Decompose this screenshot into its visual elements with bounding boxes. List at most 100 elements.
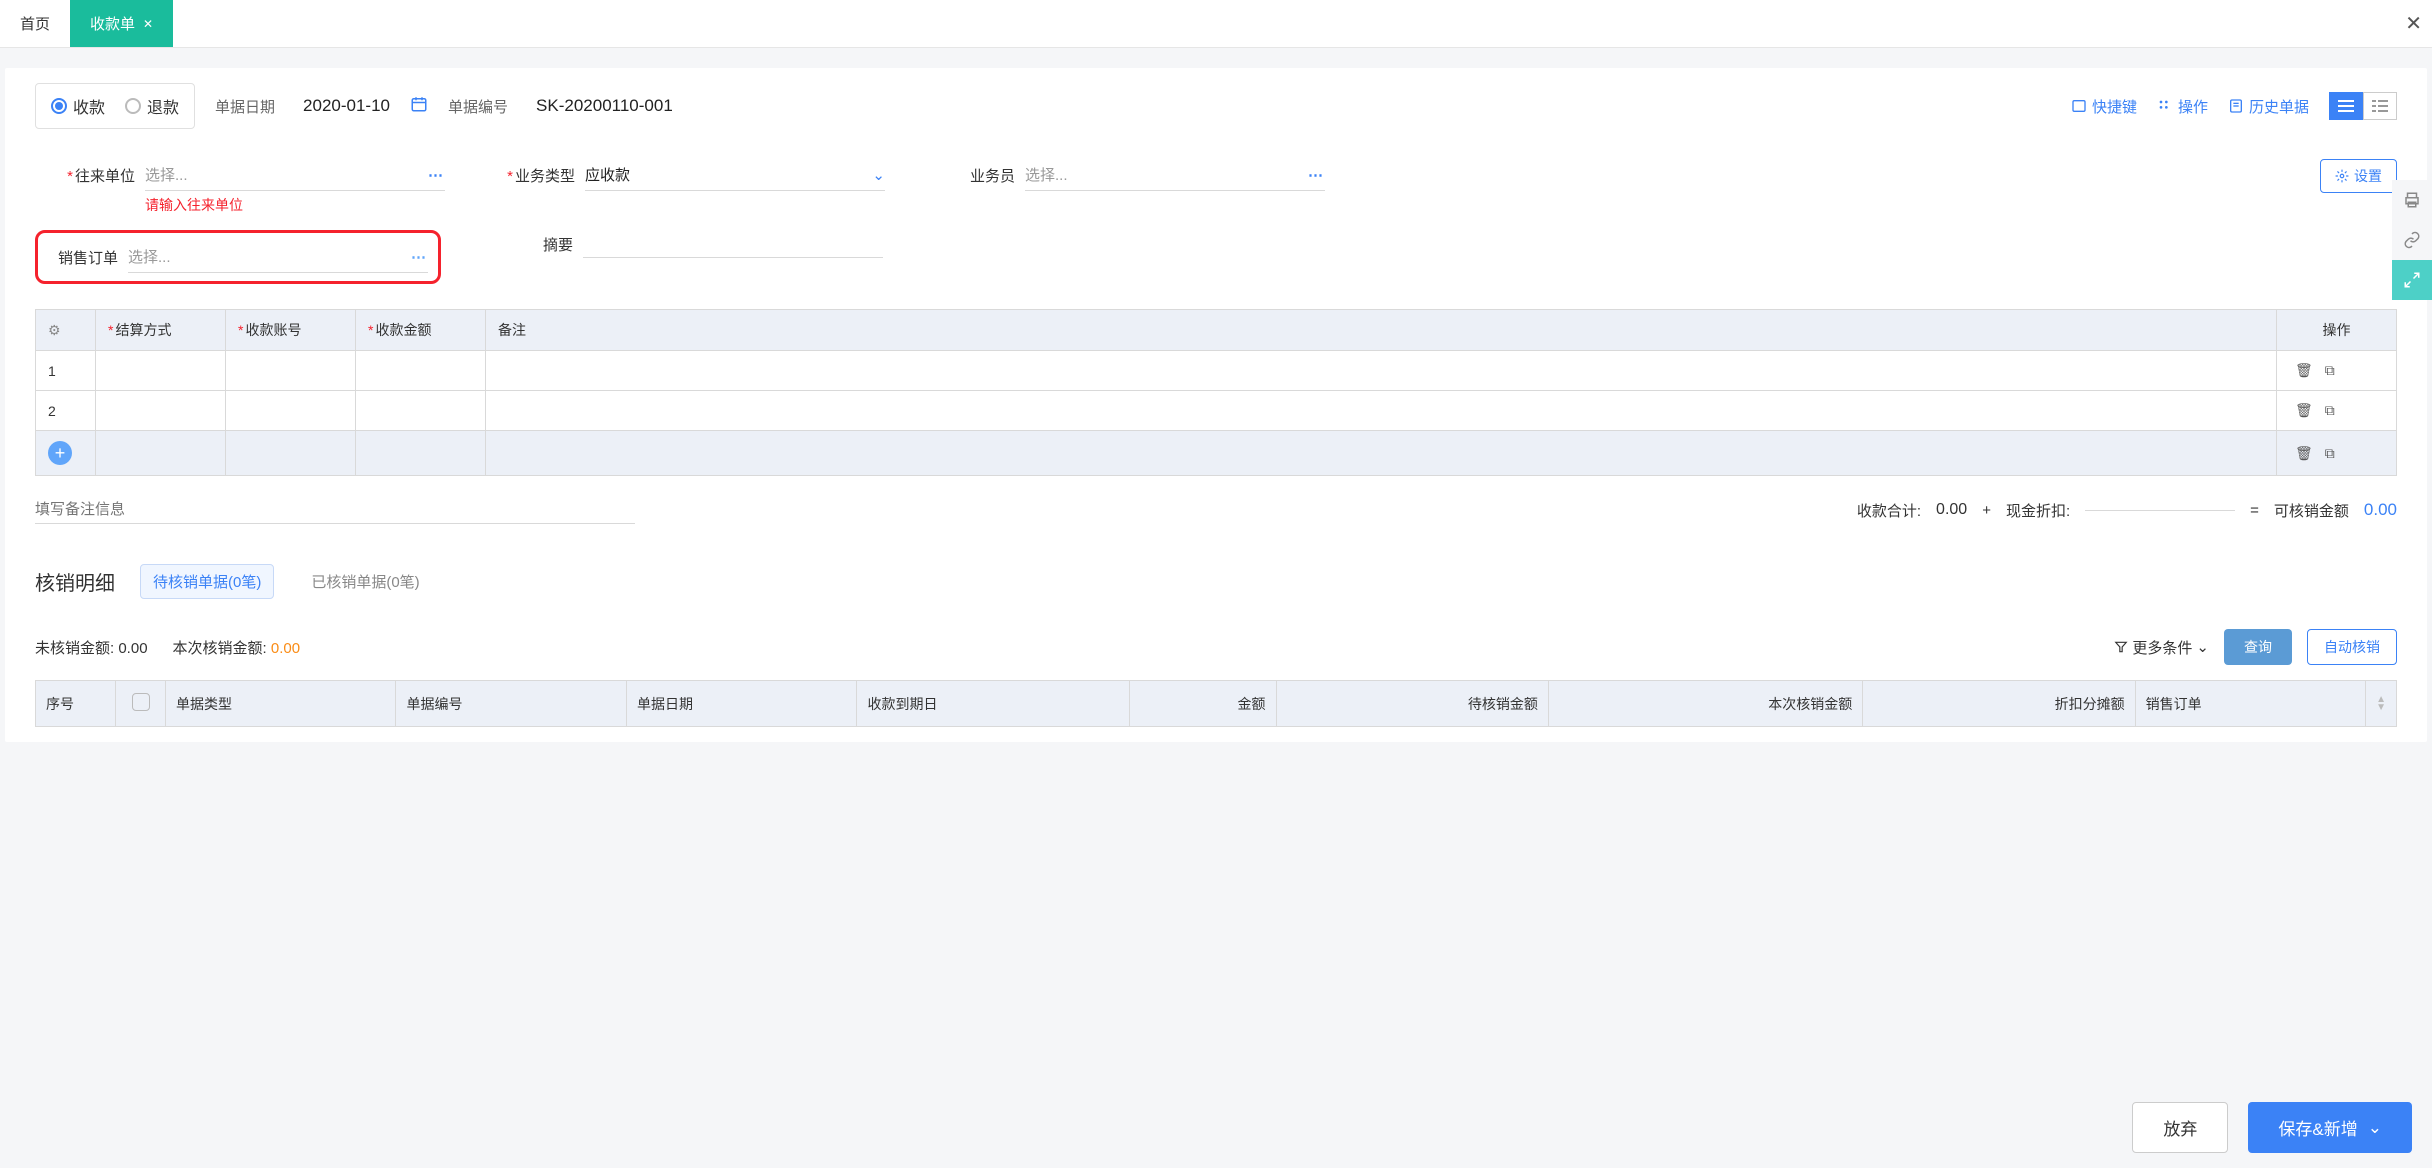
cell[interactable] xyxy=(226,351,356,391)
gear-header[interactable]: ⚙ xyxy=(36,310,96,351)
biz-type-select[interactable]: 应收款 ⌄ xyxy=(585,159,885,191)
delete-icon[interactable]: 🗑 xyxy=(2295,402,2313,418)
due-date-header[interactable]: 收款到期日 xyxy=(857,681,1129,727)
sales-order-header[interactable]: 销售订单 xyxy=(2135,681,2366,727)
more-icon[interactable]: ⋯ xyxy=(1308,166,1325,184)
close-all-icon[interactable]: ✕ xyxy=(2405,11,2422,36)
this-amount-header[interactable]: 本次核销金额 xyxy=(1548,681,1862,727)
cell[interactable] xyxy=(96,391,226,431)
total-value: 0.00 xyxy=(1936,501,1967,519)
row-index: 2 xyxy=(36,391,96,431)
pending-amount-header[interactable]: 待核销金额 xyxy=(1276,681,1548,727)
operator-select[interactable]: 选择... ⋯ xyxy=(1025,159,1325,191)
cell[interactable] xyxy=(356,351,486,391)
settings-button[interactable]: 设置 xyxy=(2320,159,2397,193)
link-label: 历史单据 xyxy=(2249,96,2309,117)
more-icon[interactable]: ⋯ xyxy=(428,166,445,184)
action-header: 操作 xyxy=(2277,310,2397,351)
cancel-button[interactable]: 放弃 xyxy=(2132,1102,2228,1153)
discount-share-header[interactable]: 折扣分摊额 xyxy=(1863,681,2135,727)
radio-refund[interactable]: 退款 xyxy=(125,94,179,118)
auto-writeoff-button[interactable]: 自动核销 xyxy=(2307,629,2397,665)
doc-type-header[interactable]: 单据类型 xyxy=(166,681,396,727)
tab-pending[interactable]: 待核销单据(0笔) xyxy=(140,564,274,599)
checkbox-icon xyxy=(132,693,150,711)
seq-header: 序号 xyxy=(36,681,116,727)
query-button[interactable]: 查询 xyxy=(2224,629,2292,665)
payment-table: ⚙ *结算方式 *收款账号 *收款金额 备注 操作 1 🗑⧉ 2 🗑⧉ + xyxy=(35,309,2397,476)
detail-controls: 未核销金额: 0.00 本次核销金额: 0.00 更多条件 ⌄ 查询 自动核销 xyxy=(35,629,2397,665)
shortcuts-link[interactable]: 快捷键 xyxy=(2071,96,2137,117)
cell[interactable] xyxy=(96,351,226,391)
more-conditions-link[interactable]: 更多条件 ⌄ xyxy=(2114,637,2209,658)
footer-actions: 放弃 保存&新增 ⌄ xyxy=(2132,1087,2412,1168)
company-error: 请输入往来单位 xyxy=(145,195,445,215)
delete-icon[interactable]: 🗑 xyxy=(2295,445,2313,461)
operation-link[interactable]: 操作 xyxy=(2157,96,2208,117)
summary-field: 摘要 xyxy=(503,230,883,258)
radio-label: 收款 xyxy=(73,94,105,118)
view-list-button[interactable] xyxy=(2329,92,2363,120)
sales-order-label: 销售订单 xyxy=(48,247,128,268)
cell[interactable] xyxy=(486,351,2277,391)
history-link[interactable]: 历史单据 xyxy=(2228,96,2309,117)
amount-header: *收款金额 xyxy=(356,310,486,351)
unwriteoff-label: 未核销金额: xyxy=(35,640,114,657)
sales-order-select[interactable]: 选择... ⋯ xyxy=(128,241,428,273)
unwriteoff-value: 0.00 xyxy=(118,640,147,657)
discount-label: 现金折扣: xyxy=(2006,500,2070,521)
tab-home[interactable]: 首页 xyxy=(0,0,70,47)
link-label: 快捷键 xyxy=(2092,96,2137,117)
checkbox-header[interactable] xyxy=(116,681,166,727)
more-icon[interactable]: ⋯ xyxy=(411,248,428,266)
tab-bar: 首页 收款单 ✕ ✕ xyxy=(0,0,2432,48)
tab-receipt[interactable]: 收款单 ✕ xyxy=(70,0,173,47)
save-button[interactable]: 保存&新增 ⌄ xyxy=(2248,1102,2412,1153)
discount-input[interactable] xyxy=(2085,510,2235,511)
select-value: 应收款 xyxy=(585,164,630,185)
amount-header[interactable]: 金额 xyxy=(1129,681,1276,727)
calendar-icon[interactable] xyxy=(410,95,428,118)
this-writeoff-label: 本次核销金额: xyxy=(173,640,267,657)
total-label: 收款合计: xyxy=(1857,500,1921,521)
placeholder: 选择... xyxy=(1025,164,1068,185)
delete-icon[interactable]: 🗑 xyxy=(2295,362,2313,378)
chevron-down-icon: ⌄ xyxy=(872,166,885,184)
writeoff-label: 可核销金额 xyxy=(2274,500,2349,521)
cell[interactable] xyxy=(226,391,356,431)
button-label: 设置 xyxy=(2354,166,2382,186)
add-row-button[interactable]: + xyxy=(48,441,72,465)
doc-date-header[interactable]: 单据日期 xyxy=(626,681,856,727)
close-icon[interactable]: ✕ xyxy=(143,17,153,31)
rail-print-button[interactable] xyxy=(2392,180,2432,220)
doc-date-label: 单据日期 xyxy=(215,96,275,117)
cell[interactable] xyxy=(356,391,486,431)
radio-receipt[interactable]: 收款 xyxy=(51,94,105,118)
company-select[interactable]: 选择...⋯ xyxy=(145,159,445,191)
radio-label: 退款 xyxy=(147,94,179,118)
detail-table: 序号 单据类型 单据编号 单据日期 收款到期日 金额 待核销金额 本次核销金额 … xyxy=(35,680,2397,727)
remark-input[interactable] xyxy=(35,496,635,524)
company-label: *往来单位 xyxy=(35,165,145,186)
tab-done[interactable]: 已核销单据(0笔) xyxy=(299,565,431,598)
rail-expand-button[interactable] xyxy=(2392,260,2432,300)
copy-icon[interactable]: ⧉ xyxy=(2325,402,2335,418)
operator-label: 业务员 xyxy=(915,165,1025,186)
doc-no-header[interactable]: 单据编号 xyxy=(396,681,626,727)
button-label: 保存&新增 xyxy=(2278,1115,2357,1140)
doc-no-label: 单据编号 xyxy=(448,96,508,117)
doc-date-value[interactable]: 2020-01-10 xyxy=(303,96,390,116)
rail-link-button[interactable] xyxy=(2392,220,2432,260)
settle-method-header: *结算方式 xyxy=(96,310,226,351)
copy-icon[interactable]: ⧉ xyxy=(2325,445,2335,461)
sort-header[interactable]: ▲▼ xyxy=(2366,681,2397,727)
view-grid-button[interactable] xyxy=(2363,92,2397,120)
cell[interactable] xyxy=(486,391,2277,431)
summary-input[interactable] xyxy=(583,230,883,258)
detail-title-row: 核销明细 待核销单据(0笔) 已核销单据(0笔) xyxy=(35,564,2397,599)
placeholder: 选择... xyxy=(128,246,171,267)
row-index: 1 xyxy=(36,351,96,391)
link-label: 更多条件 xyxy=(2132,637,2192,658)
copy-icon[interactable]: ⧉ xyxy=(2325,362,2335,378)
equals-sign: = xyxy=(2250,502,2259,519)
